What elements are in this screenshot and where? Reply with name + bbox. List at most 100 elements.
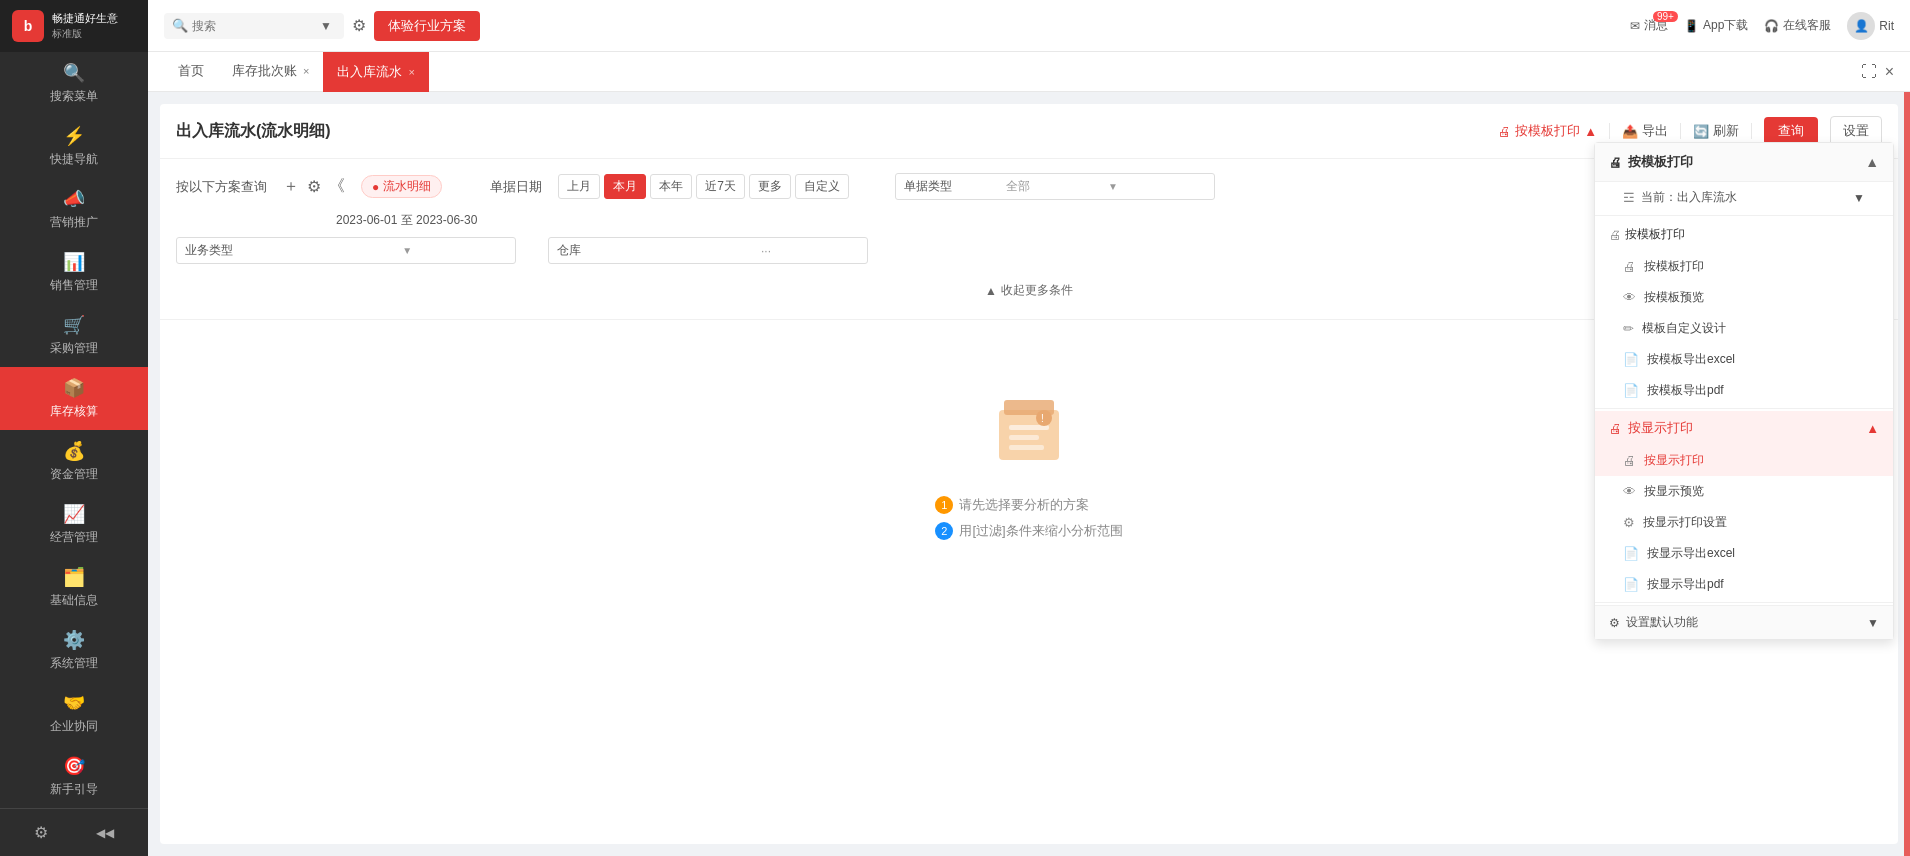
page-title: 出入库流水(流水明细) bbox=[176, 121, 331, 142]
refresh-btn[interactable]: 🔄 刷新 bbox=[1693, 122, 1739, 140]
topbar-search-box[interactable]: 🔍 ▼ bbox=[164, 13, 344, 39]
template-preview-label: 按模板预览 bbox=[1644, 289, 1704, 306]
collapse-sidebar-icon[interactable]: ◀◀ bbox=[96, 826, 114, 840]
type-filter[interactable]: 单据类型 全部 ▼ bbox=[895, 173, 1215, 200]
export-btn[interactable]: 📤 导出 bbox=[1622, 122, 1668, 140]
system-sidebar-label: 系统管理 bbox=[50, 655, 98, 672]
date-current-year[interactable]: 本年 bbox=[650, 174, 692, 199]
refresh-icon: 🔄 bbox=[1693, 124, 1709, 139]
template-section-icon: 🖨 bbox=[1609, 228, 1621, 242]
empty-tip-2: 2 用[过滤]条件来缩小分析范围 bbox=[935, 522, 1122, 540]
filter-gear-icon[interactable]: ⚙ bbox=[307, 177, 321, 196]
avatar-img: 👤 bbox=[1847, 12, 1875, 40]
template-export-pdf-item[interactable]: 📄 按模板导出pdf bbox=[1595, 375, 1893, 406]
tab-batch[interactable]: 库存批次账 × bbox=[218, 52, 323, 92]
partner-sidebar-icon: 🤝 bbox=[63, 692, 85, 714]
template-export-excel-item[interactable]: 📄 按模板导出excel bbox=[1595, 344, 1893, 375]
resize-handle[interactable] bbox=[1904, 92, 1910, 856]
panel-footer[interactable]: ⚙ 设置默认功能 ▼ bbox=[1595, 605, 1893, 639]
template-custom-item[interactable]: ✏ 模板自定义设计 bbox=[1595, 313, 1893, 344]
tab-maximize-icon[interactable]: ⛶ bbox=[1861, 63, 1877, 81]
tab-close-btn[interactable]: × bbox=[1885, 63, 1894, 81]
display-export-pdf-label: 按显示导出pdf bbox=[1647, 576, 1724, 593]
topbar-gear-icon[interactable]: ⚙ bbox=[352, 16, 366, 35]
display-preview-item[interactable]: 👁 按显示预览 bbox=[1595, 476, 1893, 507]
date-last-month[interactable]: 上月 bbox=[558, 174, 600, 199]
logo-sub: 标准版 bbox=[52, 27, 118, 41]
query-btn[interactable]: 查询 bbox=[1764, 117, 1818, 145]
display-preview-icon: 👁 bbox=[1623, 484, 1636, 499]
sidebar-item-quick-nav[interactable]: ⚡ 快捷导航 bbox=[0, 115, 148, 178]
business-type-dropdown-icon[interactable]: ▼ bbox=[402, 245, 507, 256]
date-more[interactable]: 更多 bbox=[749, 174, 791, 199]
type-dropdown-icon[interactable]: ▼ bbox=[1108, 181, 1206, 192]
display-print-item[interactable]: 🖨 按显示打印 bbox=[1595, 445, 1893, 476]
template-preview-item[interactable]: 👁 按模板预览 bbox=[1595, 282, 1893, 313]
panel-header: 🖨 按模板打印 ▲ bbox=[1595, 143, 1893, 182]
tab-home[interactable]: 首页 bbox=[164, 52, 218, 92]
display-export-excel-item[interactable]: 📄 按显示导出excel bbox=[1595, 538, 1893, 569]
tip1-text: 请先选择要分析的方案 bbox=[959, 496, 1089, 514]
tip1-num: 1 bbox=[935, 496, 953, 514]
svg-rect-4 bbox=[1009, 445, 1044, 450]
headset-icon: 🎧 bbox=[1764, 19, 1779, 33]
tab-batch-close[interactable]: × bbox=[303, 65, 309, 77]
display-section-header[interactable]: 🖨 按显示打印 ▲ bbox=[1595, 411, 1893, 445]
display-excel-icon: 📄 bbox=[1623, 546, 1639, 561]
display-export-pdf-item[interactable]: 📄 按显示导出pdf bbox=[1595, 569, 1893, 600]
message-icon: ✉ bbox=[1630, 19, 1640, 33]
display-settings-icon: ⚙ bbox=[1623, 515, 1635, 530]
warehouse-filter[interactable]: 仓库 ··· bbox=[548, 237, 868, 264]
search-dropdown-icon[interactable]: ▼ bbox=[316, 17, 336, 35]
footer-settings-icon: ⚙ bbox=[1609, 616, 1620, 630]
print-template-btn[interactable]: 🖨 按模板打印 ▲ bbox=[1498, 122, 1597, 140]
sidebar-item-inventory[interactable]: 📦 库存核算 bbox=[0, 367, 148, 430]
panel-divider-2 bbox=[1595, 408, 1893, 409]
filter-collapse-left-icon[interactable]: 《 bbox=[329, 176, 345, 197]
sidebar-item-system[interactable]: ⚙️ 系统管理 bbox=[0, 619, 148, 682]
logo-icon: b bbox=[12, 10, 44, 42]
sidebar-item-finance[interactable]: 💰 资金管理 bbox=[0, 430, 148, 493]
industry-btn[interactable]: 体验行业方案 bbox=[374, 11, 480, 41]
sidebar-item-partner[interactable]: 🤝 企业协同 bbox=[0, 682, 148, 745]
print-dropdown-panel: 🖨 按模板打印 ▲ ☲ 当前：出入库流水 ▼ 🖨 bbox=[1594, 142, 1894, 640]
finance-sidebar-icon: 💰 bbox=[63, 440, 85, 462]
sidebar-item-guide[interactable]: 🎯 新手引导 bbox=[0, 745, 148, 808]
template-section-header: 🖨 按模板打印 bbox=[1595, 218, 1893, 251]
add-filter-icon[interactable]: ＋ bbox=[283, 176, 299, 197]
business-type-filter[interactable]: 业务类型 ▼ bbox=[176, 237, 516, 264]
tab-inout[interactable]: 出入库流水 × bbox=[323, 52, 428, 92]
username-label: Rit bbox=[1879, 19, 1894, 33]
date-range-text: 2023-06-01 至 2023-06-30 bbox=[336, 213, 477, 227]
display-export-excel-label: 按显示导出excel bbox=[1647, 545, 1735, 562]
user-avatar[interactable]: 👤 Rit bbox=[1847, 12, 1894, 40]
search-icon: 🔍 bbox=[172, 18, 188, 33]
settings-icon[interactable]: ⚙ bbox=[34, 823, 48, 842]
sidebar-item-operation[interactable]: 📈 经营管理 bbox=[0, 493, 148, 556]
sidebar-item-marketing[interactable]: 📣 营销推广 bbox=[0, 178, 148, 241]
date-last-7days[interactable]: 近7天 bbox=[696, 174, 745, 199]
template-preview-icon: 👁 bbox=[1623, 290, 1636, 305]
online-service-btn[interactable]: 🎧 在线客服 bbox=[1764, 17, 1831, 34]
app-download-btn[interactable]: 📱 App下载 bbox=[1684, 17, 1748, 34]
display-settings-item[interactable]: ⚙ 按显示打印设置 bbox=[1595, 507, 1893, 538]
date-custom[interactable]: 自定义 bbox=[795, 174, 849, 199]
inventory-sidebar-icon: 📦 bbox=[63, 377, 85, 399]
warehouse-more-icon[interactable]: ··· bbox=[761, 244, 859, 258]
message-btn[interactable]: ✉ 消息 99+ bbox=[1630, 17, 1668, 34]
sidebar-item-basic[interactable]: 🗂️ 基础信息 bbox=[0, 556, 148, 619]
sidebar-item-purchase[interactable]: 🛒 采购管理 bbox=[0, 304, 148, 367]
sidebar-item-search[interactable]: 🔍 搜索菜单 bbox=[0, 52, 148, 115]
online-service-label: 在线客服 bbox=[1783, 17, 1831, 34]
basic-sidebar-label: 基础信息 bbox=[50, 592, 98, 609]
operation-sidebar-label: 经营管理 bbox=[50, 529, 98, 546]
collapse-filter-label: 收起更多条件 bbox=[1001, 282, 1073, 299]
date-current-month[interactable]: 本月 bbox=[604, 174, 646, 199]
search-input[interactable] bbox=[192, 19, 312, 33]
sidebar-item-sales[interactable]: 📊 销售管理 bbox=[0, 241, 148, 304]
panel-current-item[interactable]: ☲ 当前：出入库流水 ▼ bbox=[1595, 182, 1893, 213]
template-print-item[interactable]: 🖨 按模板打印 bbox=[1595, 251, 1893, 282]
panel-collapse-icon[interactable]: ▲ bbox=[1865, 154, 1879, 170]
logo-name: 畅捷通好生意 bbox=[52, 11, 118, 26]
tab-inout-close[interactable]: × bbox=[408, 66, 414, 78]
